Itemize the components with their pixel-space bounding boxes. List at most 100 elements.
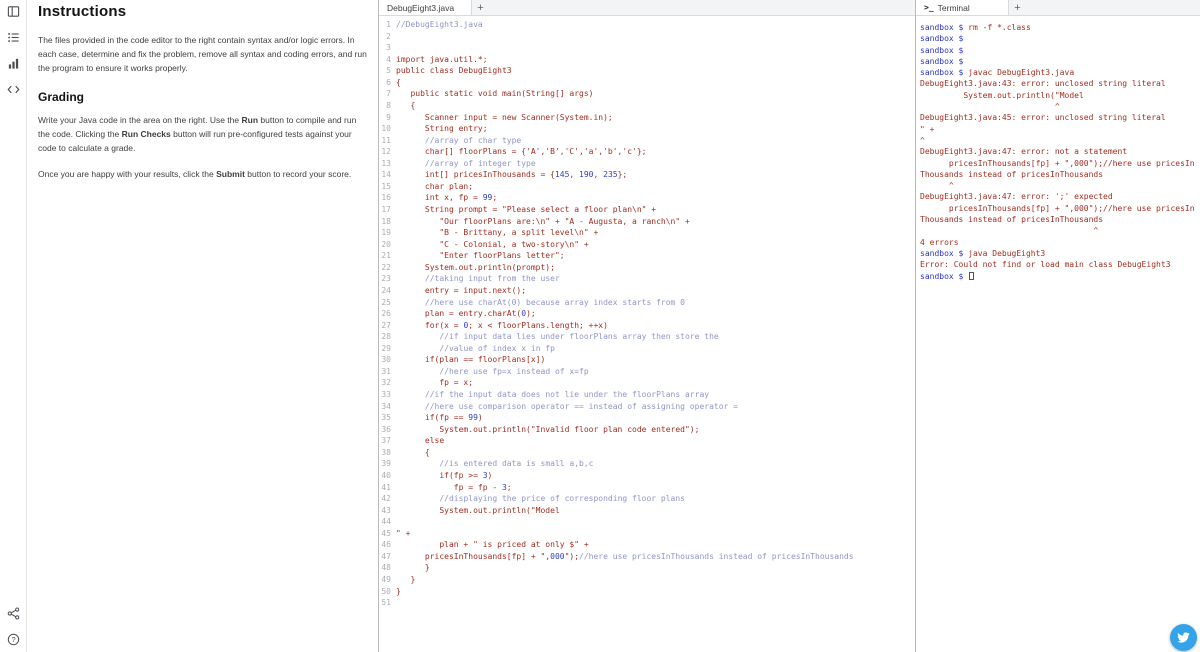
code-line: 17 String prompt = "Please select a floo… [379, 204, 915, 216]
code-line: 1 //DebugEight3.java [379, 19, 915, 31]
checklist-icon[interactable] [7, 31, 20, 44]
line-number: 27 [381, 320, 391, 330]
code-line: 48 } [379, 562, 915, 574]
code-text: int x, fp = 99; [396, 193, 498, 203]
line-number: 41 [381, 482, 391, 492]
code-text: int[] pricesInThousands = {145, 190, 235… [396, 170, 628, 180]
stats-icon[interactable] [7, 57, 20, 70]
line-number: 43 [381, 505, 391, 515]
code-line: 12 char[] floorPlans = {'A','B','C','a',… [379, 146, 915, 158]
code-text: public static void main(String[] args) [396, 89, 594, 99]
code-icon[interactable] [6, 83, 20, 96]
prompt-symbol: $ [953, 34, 969, 44]
code-text: //if the input data does not lie under t… [424, 390, 710, 399]
prompt-user: sandbox [920, 34, 954, 44]
line-number: 22 [381, 262, 391, 272]
code-text: entry = input.next(); [396, 285, 527, 295]
terminal-line: DebugEight3.java:47: error: not a statem… [920, 146, 1196, 157]
code-line: 11 //array of char type [379, 135, 915, 147]
terminal-error-text: pricesInThousands[fp] + ",000");//here u… [920, 203, 1195, 225]
terminal-line: sandbox $ rm -f *.class [920, 22, 1196, 33]
workspace-icon[interactable] [7, 5, 20, 18]
code-line: 10 String entry; [379, 123, 915, 135]
terminal-output[interactable]: sandbox $ rm -f *.class sandbox $ sandbox… [916, 16, 1200, 652]
code-text: public class DebugEight3 [396, 66, 512, 76]
prompt-user: sandbox [920, 68, 954, 78]
line-number: 4 [386, 54, 391, 64]
line-number: 3 [386, 43, 391, 53]
line-number: 17 [381, 205, 391, 214]
code-text: //taking input from the user [424, 274, 560, 284]
code-text: //DebugEight3.java [396, 20, 483, 29]
new-terminal-tab-button[interactable]: + [1009, 0, 1026, 15]
code-line: 21 "Enter floorPlans letter"; [379, 250, 915, 262]
terminal-cursor [969, 271, 975, 280]
code-text: "Enter floorPlans letter"; [396, 251, 565, 261]
code-line: 6{ [379, 77, 915, 89]
code-text: { [396, 447, 430, 457]
code-text: //displaying the price of corresponding … [439, 494, 685, 504]
code-line: 46 plan + " is priced at only $" + [379, 539, 915, 551]
tab-terminal[interactable]: >_ Terminal [916, 0, 1009, 15]
line-number: 18 [381, 216, 391, 226]
terminal-line: sandbox $ [920, 271, 1196, 282]
prompt-symbol: $ [953, 68, 969, 78]
terminal-tab-bar: >_ Terminal + [916, 0, 1200, 16]
share-icon[interactable] [7, 607, 20, 620]
line-number: 28 [381, 332, 391, 342]
terminal-line: DebugEight3.java:47: error: ';' expected [920, 191, 1196, 202]
terminal-command: java DebugEight3 [968, 248, 1046, 258]
line-number: 11 [381, 135, 391, 145]
terminal-line: sandbox $ javac DebugEight3.java [920, 67, 1196, 78]
code-line: 24 entry = input.next(); [379, 285, 915, 297]
new-file-tab-button[interactable]: + [472, 0, 489, 15]
code-text: System.out.println(prompt); [396, 262, 555, 272]
prompt-user: sandbox [920, 248, 954, 258]
terminal-error-text: Error: Could not find or load main class… [920, 260, 1171, 270]
code-line: 37 else [379, 435, 915, 447]
line-number: 25 [381, 297, 391, 307]
help-icon[interactable]: ? [7, 633, 20, 646]
terminal-line: pricesInThousands[fp] + ",000");//here u… [920, 158, 1196, 181]
tab-debugeight3-java[interactable]: DebugEight3.java [379, 0, 472, 15]
code-lines[interactable]: 1//DebugEight3.java 2 3 4 import java.util.*… [379, 16, 915, 652]
code-line: 31 //here use fp=x instead of x=fp [379, 366, 915, 378]
code-text: " + [396, 528, 411, 538]
code-text: import java.util.*; [396, 54, 488, 64]
code-line: 14 int[] pricesInThousands = {145, 190, … [379, 169, 915, 181]
editor-tab-label: DebugEight3.java [387, 2, 455, 13]
terminal-line: sandbox $ [920, 56, 1196, 67]
line-number: 40 [381, 470, 391, 480]
prompt-user: sandbox [920, 23, 954, 32]
left-toolbar: ? [0, 0, 27, 652]
code-line: 45 " + [379, 528, 915, 540]
code-text: "C - Colonial, a two-story\n" + [396, 239, 589, 249]
code-text: plan + " is priced at only $" + [396, 540, 589, 550]
code-line: 40 if(fp >= 3) [379, 470, 915, 482]
code-line: 18 "Our floorPlans are:\n" + "A - August… [379, 216, 915, 228]
code-line: 27 for(x = 0; x < floorPlans.length; ++x… [379, 320, 915, 332]
code-text: char[] floorPlans = {'A','B','C','a','b'… [396, 147, 647, 157]
svg-text:?: ? [11, 635, 15, 644]
line-number: 34 [381, 401, 391, 411]
code-line: 26 plan = entry.charAt(0); [379, 308, 915, 320]
line-number: 33 [381, 390, 391, 399]
grading-paragraph: Write your Java code in the area on the … [38, 113, 368, 155]
code-line: 42 //displaying the price of correspondi… [379, 493, 915, 505]
intro-paragraph: The files provided in the code editor to… [38, 35, 367, 73]
text-segment: button to record your score. [244, 169, 352, 179]
terminal-error-text: pricesInThousands[fp] + ",000");//here u… [920, 158, 1195, 179]
prompt-symbol: $ [953, 271, 969, 281]
code-line: 43 System.out.println("Model [379, 505, 915, 517]
line-number: 37 [381, 436, 391, 446]
bold-term: Run [241, 115, 259, 125]
submit-paragraph: Once you are happy with your results, cl… [38, 167, 368, 181]
code-line: 3 [379, 42, 915, 54]
code-text: { [396, 77, 401, 87]
feedback-chat-button[interactable] [1170, 624, 1197, 651]
line-number: 7 [386, 89, 391, 99]
code-line: 30 if(plan == floorPlans[x]) [379, 354, 915, 366]
line-number: 8 [386, 100, 391, 110]
line-number: 2 [386, 31, 391, 41]
code-line: 36 System.out.println("Invalid floor pla… [379, 424, 915, 436]
